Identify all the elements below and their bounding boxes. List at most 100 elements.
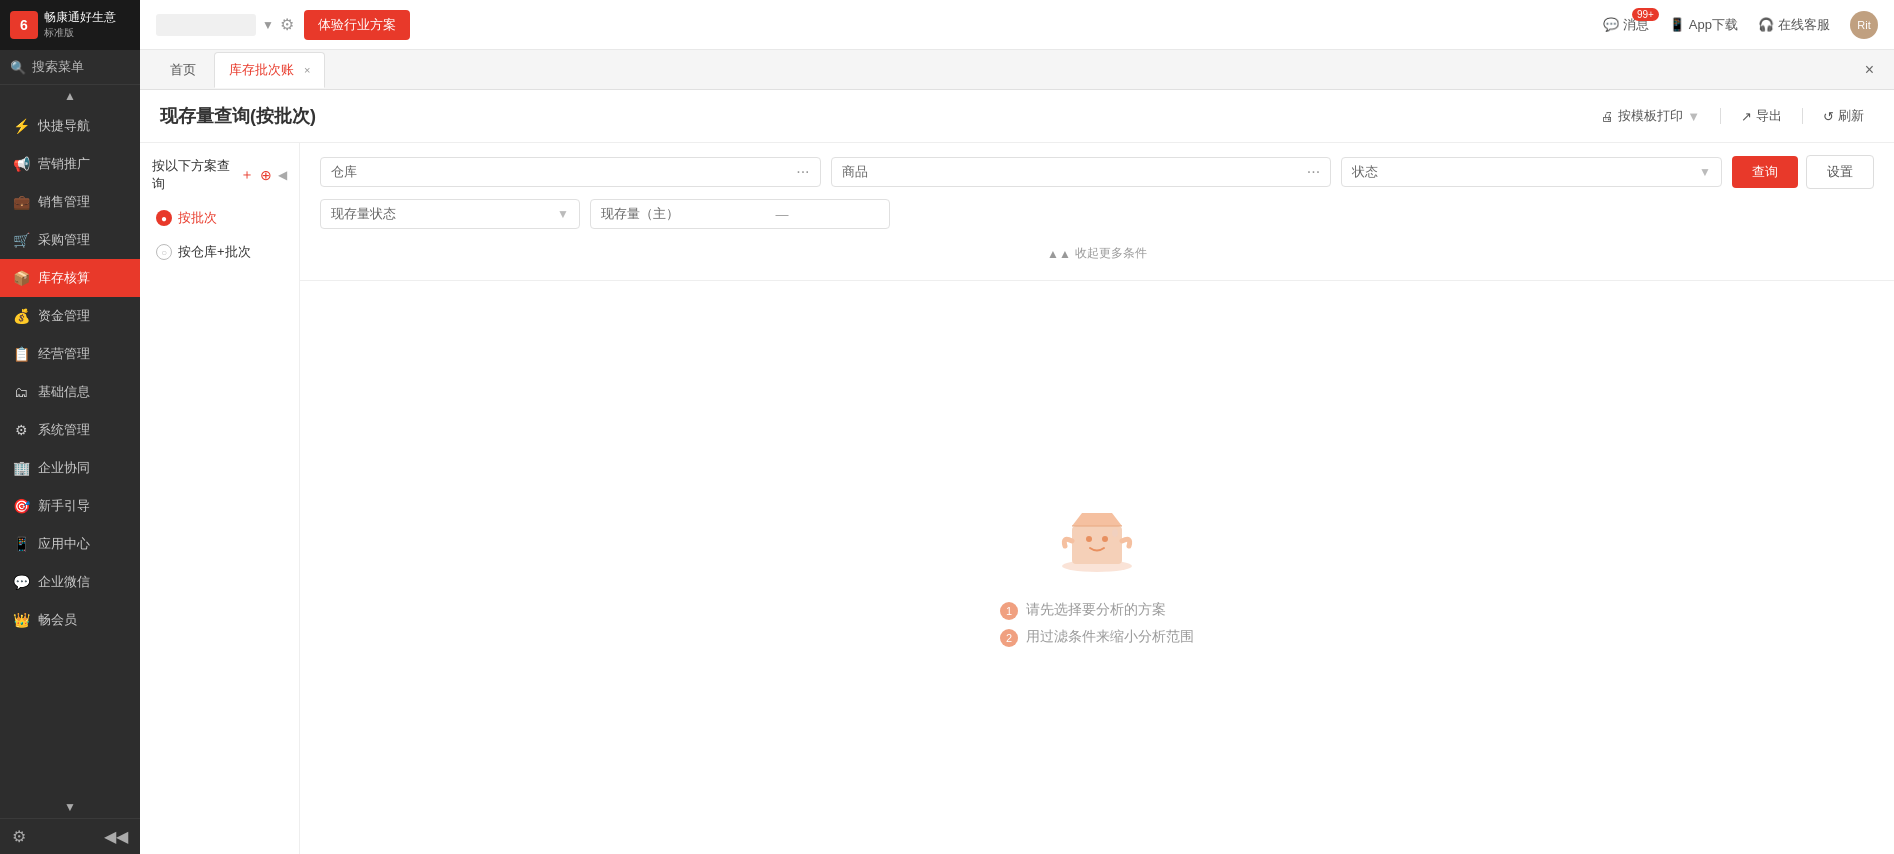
sidebar-item-enterprise[interactable]: 🏢 企业协同 xyxy=(0,449,140,487)
sidebar-company-name: 畅康通好生意 xyxy=(44,10,116,26)
sidebar-item-appstore[interactable]: 📱 应用中心 xyxy=(0,525,140,563)
query-btn[interactable]: 查询 xyxy=(1732,156,1798,188)
sidebar-item-label: 营销推广 xyxy=(38,155,90,173)
range-dash: — xyxy=(776,207,789,222)
sidebar-footer: ⚙ ◀◀ xyxy=(0,818,140,854)
sidebar-search[interactable]: 🔍 搜索菜单 xyxy=(0,50,140,85)
scheme-item-warehouse-batch[interactable]: ○ 按仓库+批次 xyxy=(140,235,299,269)
close-panel-btn[interactable]: × xyxy=(1861,57,1878,83)
marketing-icon: 📢 xyxy=(12,155,30,173)
empty-step-2: 2 用过滤条件来缩小分析范围 xyxy=(1000,628,1194,647)
action-divider-2 xyxy=(1802,108,1803,124)
collapse-scheme-icon[interactable]: ◀ xyxy=(278,168,287,182)
breadcrumb-input[interactable] xyxy=(156,14,256,36)
online-service-btn[interactable]: 🎧 在线客服 xyxy=(1758,16,1830,34)
sidebar-nav: ⚡ 快捷导航 📢 营销推广 💼 销售管理 🛒 采购管理 📦 库存核算 💰 资金管… xyxy=(0,107,140,796)
sidebar-version: 标准版 xyxy=(44,26,116,40)
settings-gear-icon[interactable]: ⚙ xyxy=(280,15,294,34)
sidebar-item-inventory[interactable]: 📦 库存核算 xyxy=(0,259,140,297)
scheme-label: 按批次 xyxy=(178,209,217,227)
sidebar-item-marketing[interactable]: 📢 营销推广 xyxy=(0,145,140,183)
messages-btn[interactable]: 💬 消息 99+ xyxy=(1603,16,1649,34)
scheme-label: 按仓库+批次 xyxy=(178,243,251,261)
stock-status-field[interactable]: 现存量状态 ▼ xyxy=(320,199,580,229)
sidebar-item-label: 系统管理 xyxy=(38,421,90,439)
sidebar-scroll-down[interactable]: ▼ xyxy=(0,796,140,818)
app-download-btn[interactable]: 📱 App下载 xyxy=(1669,16,1738,34)
sidebar-item-label: 快捷导航 xyxy=(38,117,90,135)
tab-close-btn[interactable]: × xyxy=(304,64,310,76)
search-icon: 🔍 xyxy=(10,60,26,75)
product-more-icon[interactable]: ··· xyxy=(1307,163,1320,181)
finance-icon: 💰 xyxy=(12,307,30,325)
page-title: 现存量查询(按批次) xyxy=(160,104,316,128)
content-body: 按以下方案查询 ＋ ⊕ ◀ ● 按批次 ○ 按仓库+批次 xyxy=(140,143,1894,854)
sidebar-item-member[interactable]: 👑 畅会员 xyxy=(0,601,140,639)
product-input[interactable] xyxy=(874,165,1301,180)
warehouse-input[interactable] xyxy=(363,165,790,180)
sidebar-item-quick-nav[interactable]: ⚡ 快捷导航 xyxy=(0,107,140,145)
tab-home[interactable]: 首页 xyxy=(156,53,210,87)
sidebar-item-purchase[interactable]: 🛒 采购管理 xyxy=(0,221,140,259)
sidebar-item-wechat[interactable]: 💬 企业微信 xyxy=(0,563,140,601)
experience-btn[interactable]: 体验行业方案 xyxy=(304,10,410,40)
user-avatar-btn[interactable]: Rit xyxy=(1850,11,1878,39)
sidebar-item-label: 销售管理 xyxy=(38,193,90,211)
sidebar-item-sales[interactable]: 💼 销售管理 xyxy=(0,183,140,221)
settings-btn[interactable]: 设置 xyxy=(1806,155,1874,189)
step-2-text: 用过滤条件来缩小分析范围 xyxy=(1026,628,1194,646)
sidebar-item-system[interactable]: ⚙ 系统管理 xyxy=(0,411,140,449)
scheme-panel: 按以下方案查询 ＋ ⊕ ◀ ● 按批次 ○ 按仓库+批次 xyxy=(140,143,300,854)
newbie-icon: 🎯 xyxy=(12,497,30,515)
sidebar-item-operation[interactable]: 📋 经营管理 xyxy=(0,335,140,373)
system-icon: ⚙ xyxy=(12,421,30,439)
filter-actions: 查询 设置 xyxy=(1732,155,1874,189)
collapse-up-icon: ▲▲ xyxy=(1047,247,1071,261)
app-download-label: App下载 xyxy=(1689,16,1738,34)
appstore-icon: 📱 xyxy=(12,535,30,553)
manage-scheme-icon[interactable]: ⊕ xyxy=(260,167,272,183)
status-field[interactable]: 状态 ▼ xyxy=(1341,157,1722,187)
sidebar-item-label: 应用中心 xyxy=(38,535,90,553)
add-scheme-icon[interactable]: ＋ xyxy=(240,166,254,184)
sidebar-item-finance[interactable]: 💰 资金管理 xyxy=(0,297,140,335)
sidebar-item-label: 新手引导 xyxy=(38,497,90,515)
wechat-icon: 💬 xyxy=(12,573,30,591)
topbar: ▼ ⚙ 体验行业方案 💬 消息 99+ 📱 App下载 🎧 在线客服 Rit xyxy=(140,0,1894,50)
sidebar-logo: 6 xyxy=(10,11,38,39)
chevron-down-icon: ▼ xyxy=(262,18,274,32)
sidebar-scroll-up[interactable]: ▲ xyxy=(0,85,140,107)
stock-qty-label: 现存量（主） xyxy=(601,205,679,223)
step-1-num: 1 xyxy=(1000,602,1018,620)
filter-row-2: 现存量状态 ▼ 现存量（主） — xyxy=(320,199,1874,229)
active-tab-label: 库存批次账 xyxy=(229,61,294,79)
scheme-header-label: 按以下方案查询 xyxy=(152,157,240,193)
app-download-icon: 📱 xyxy=(1669,17,1685,32)
collapse-more-btn[interactable]: ▲▲ 收起更多条件 xyxy=(320,239,1874,268)
settings-icon[interactable]: ⚙ xyxy=(12,827,26,846)
basic-icon: 🗂 xyxy=(12,383,30,401)
sidebar-item-newbie[interactable]: 🎯 新手引导 xyxy=(0,487,140,525)
product-field[interactable]: 商品 ··· xyxy=(831,157,1332,187)
tab-inventory-batch[interactable]: 库存批次账 × xyxy=(214,52,325,88)
stock-status-label: 现存量状态 xyxy=(331,205,551,223)
stock-qty-max[interactable] xyxy=(795,207,880,222)
refresh-btn[interactable]: ↺ 刷新 xyxy=(1813,102,1874,130)
print-btn[interactable]: 🖨 按模板打印 ▼ xyxy=(1591,102,1710,130)
collapse-label: 收起更多条件 xyxy=(1075,245,1147,262)
sidebar-item-basic[interactable]: 🗂 基础信息 xyxy=(0,373,140,411)
page-header: 现存量查询(按批次) 🖨 按模板打印 ▼ ↗ 导出 ↺ 刷新 xyxy=(140,90,1894,143)
warehouse-field[interactable]: 仓库 ··· xyxy=(320,157,821,187)
operation-icon: 📋 xyxy=(12,345,30,363)
scheme-item-batch[interactable]: ● 按批次 xyxy=(140,201,299,235)
export-btn[interactable]: ↗ 导出 xyxy=(1731,102,1792,130)
filter-panel: 仓库 ··· 商品 ··· 状态 ▼ xyxy=(300,143,1894,281)
sidebar-item-label: 资金管理 xyxy=(38,307,90,325)
home-tab-label: 首页 xyxy=(170,61,196,79)
inventory-icon: 📦 xyxy=(12,269,30,287)
collapse-sidebar-icon[interactable]: ◀◀ xyxy=(104,827,128,846)
refresh-icon: ↺ xyxy=(1823,109,1834,124)
stock-qty-min[interactable] xyxy=(685,207,770,222)
warehouse-more-icon[interactable]: ··· xyxy=(796,163,809,181)
sidebar-item-label: 库存核算 xyxy=(38,269,90,287)
